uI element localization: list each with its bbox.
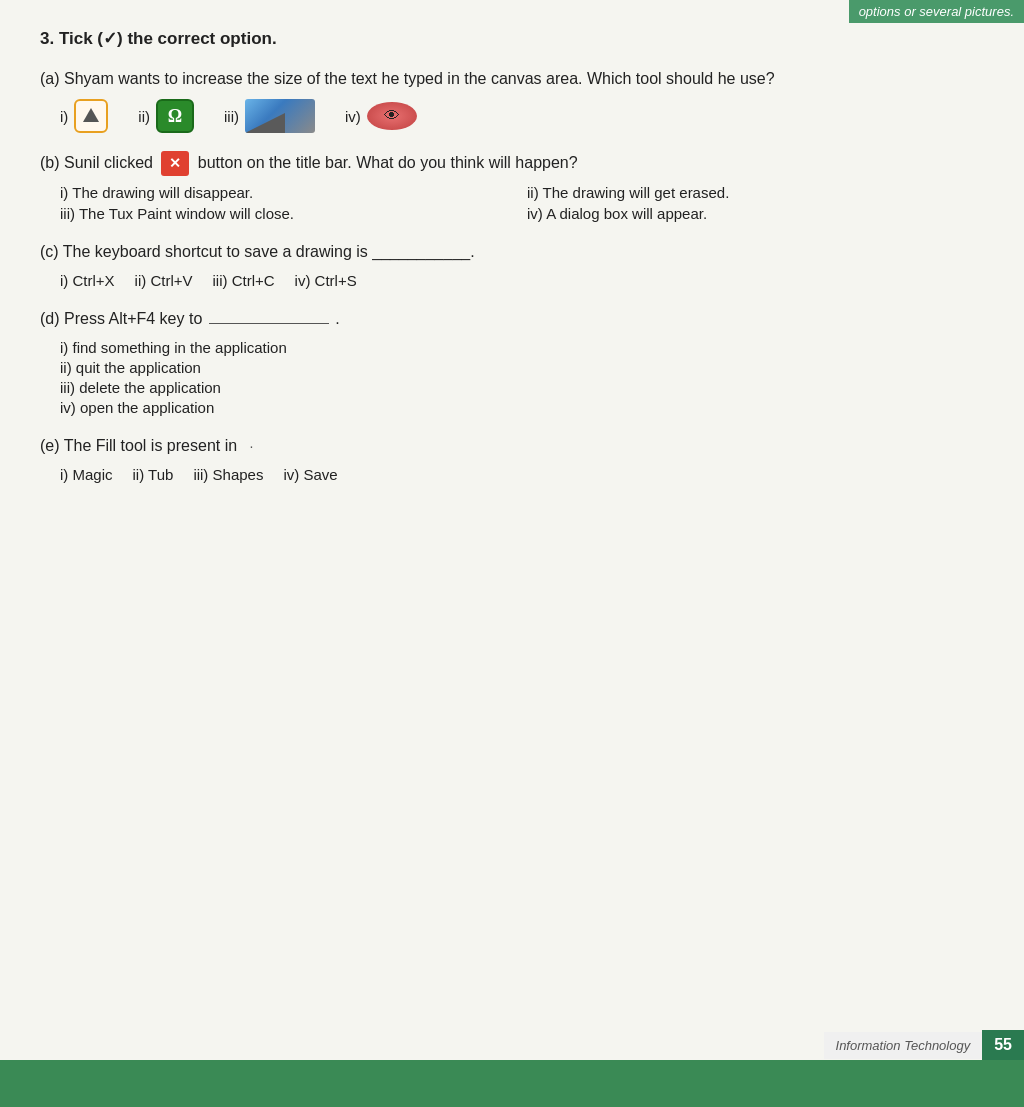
- instruction-text: Tick (✓) the correct option.: [59, 29, 277, 48]
- option-a-iv-label: iv): [345, 108, 361, 125]
- question-e-options: i) Magic ii) Tub iii) Shapes iv) Save: [60, 466, 984, 483]
- x-button-icon: ✕: [161, 151, 189, 176]
- option-e-ii[interactable]: ii) Tub: [133, 466, 174, 483]
- question-a-label: (a) Shyam wants to increase the size of …: [40, 67, 984, 91]
- option-e-iii-text: iii) Shapes: [193, 466, 263, 483]
- header-strip: options or several pictures.: [849, 0, 1024, 23]
- question-c-label: (c) The keyboard shortcut to save a draw…: [40, 240, 984, 264]
- option-b-iii-text: iii) The Tux Paint window will close.: [60, 205, 294, 222]
- option-a-iii-label: iii): [224, 108, 239, 125]
- option-b-i-text: i) The drawing will disappear.: [60, 184, 253, 201]
- option-b-ii[interactable]: ii) The drawing will get erased.: [527, 184, 984, 201]
- option-d-iii[interactable]: iii) delete the application: [60, 379, 984, 396]
- svg-marker-0: [83, 108, 99, 122]
- option-a-ii-label: ii): [138, 108, 150, 125]
- option-c-iv[interactable]: iv) Ctrl+S: [295, 272, 357, 289]
- option-d-ii[interactable]: ii) quit the application: [60, 359, 984, 376]
- footer-bar: Information Technology 55: [824, 1030, 1024, 1060]
- option-b-ii-text: ii) The drawing will get erased.: [527, 184, 729, 201]
- question-d-pre: (d) Press Alt+F4 key to: [40, 310, 202, 327]
- question-d-blank: [209, 323, 329, 324]
- question-d-options: i) find something in the application ii)…: [60, 339, 984, 416]
- option-d-i-text: i) find something in the application: [60, 339, 287, 356]
- question-number: 3.: [40, 29, 54, 48]
- question-d: (d) Press Alt+F4 key to . i) find someth…: [40, 307, 984, 416]
- option-e-i[interactable]: i) Magic: [60, 466, 113, 483]
- question-b-options: i) The drawing will disappear. ii) The d…: [60, 184, 984, 222]
- option-e-iv[interactable]: iv) Save: [283, 466, 337, 483]
- question-e: (e) The Fill tool is present in · i) Mag…: [40, 434, 984, 483]
- up-arrow-icon: [74, 99, 108, 133]
- question-a-options: i) ii) Ω iii) iv): [60, 99, 984, 133]
- option-a-i[interactable]: i): [60, 99, 108, 133]
- option-a-iv[interactable]: iv): [345, 102, 417, 130]
- option-c-i[interactable]: i) Ctrl+X: [60, 272, 115, 289]
- option-c-iii-text: iii) Ctrl+C: [213, 272, 275, 289]
- option-d-ii-text: ii) quit the application: [60, 359, 201, 376]
- question-a: (a) Shyam wants to increase the size of …: [40, 67, 984, 133]
- option-e-iii[interactable]: iii) Shapes: [193, 466, 263, 483]
- option-d-i[interactable]: i) find something in the application: [60, 339, 984, 356]
- question-b: (b) Sunil clicked ✕ button on the title …: [40, 151, 984, 222]
- eye-oval-icon: [367, 102, 417, 130]
- page-container: options or several pictures. 3. Tick (✓)…: [0, 0, 1024, 1060]
- option-b-iii[interactable]: iii) The Tux Paint window will close.: [60, 205, 517, 222]
- footer-text: Information Technology: [824, 1032, 983, 1059]
- question-e-label: (e) The Fill tool is present in ·: [40, 434, 984, 458]
- question-header: 3. Tick (✓) the correct option.: [40, 28, 984, 49]
- option-a-iii[interactable]: iii): [224, 99, 315, 133]
- option-e-iv-text: iv) Save: [283, 466, 337, 483]
- option-c-iii[interactable]: iii) Ctrl+C: [213, 272, 275, 289]
- gradient-img-icon: [245, 99, 315, 133]
- option-c-ii-text: ii) Ctrl+V: [135, 272, 193, 289]
- option-b-iv-text: iv) A dialog box will appear.: [527, 205, 707, 222]
- option-d-iv[interactable]: iv) open the application: [60, 399, 984, 416]
- bottom-green-bar: [0, 1060, 1024, 1107]
- question-d-post: .: [335, 310, 339, 327]
- option-c-ii[interactable]: ii) Ctrl+V: [135, 272, 193, 289]
- option-c-i-text: i) Ctrl+X: [60, 272, 115, 289]
- option-b-iv[interactable]: iv) A dialog box will appear.: [527, 205, 984, 222]
- question-e-dot: ·: [250, 438, 254, 454]
- option-c-iv-text: iv) Ctrl+S: [295, 272, 357, 289]
- option-a-ii[interactable]: ii) Ω: [138, 99, 194, 133]
- footer-page-number: 55: [982, 1030, 1024, 1060]
- header-strip-text: options or several pictures.: [859, 4, 1014, 19]
- question-c-options: i) Ctrl+X ii) Ctrl+V iii) Ctrl+C iv) Ctr…: [60, 272, 984, 289]
- option-d-iii-text: iii) delete the application: [60, 379, 221, 396]
- question-b-label: (b) Sunil clicked ✕ button on the title …: [40, 151, 984, 176]
- question-b-pre: (b) Sunil clicked: [40, 154, 157, 171]
- question-c: (c) The keyboard shortcut to save a draw…: [40, 240, 984, 289]
- option-a-i-label: i): [60, 108, 68, 125]
- option-e-i-text: i) Magic: [60, 466, 113, 483]
- question-e-label-text: (e) The Fill tool is present in: [40, 437, 237, 454]
- option-d-iv-text: iv) open the application: [60, 399, 214, 416]
- question-b-post: button on the title bar. What do you thi…: [193, 154, 577, 171]
- text-tool-icon: Ω: [156, 99, 194, 133]
- question-d-label: (d) Press Alt+F4 key to .: [40, 307, 984, 331]
- option-e-ii-text: ii) Tub: [133, 466, 174, 483]
- option-b-i[interactable]: i) The drawing will disappear.: [60, 184, 517, 201]
